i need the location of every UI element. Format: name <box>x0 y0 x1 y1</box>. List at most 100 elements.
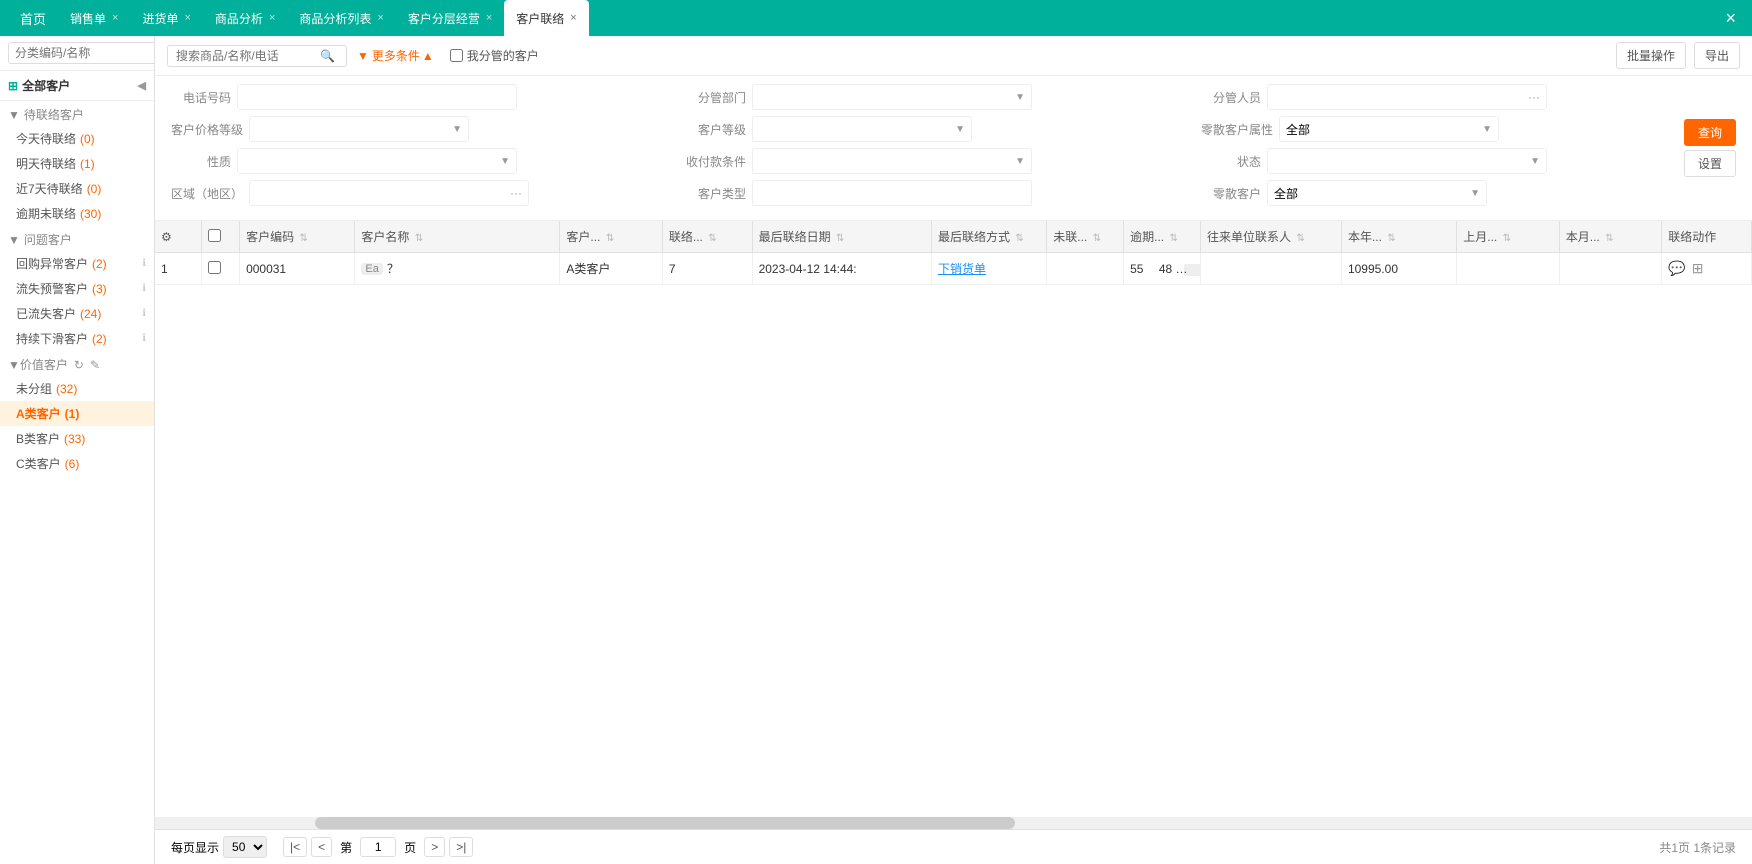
last-page-button[interactable]: >| <box>449 837 473 857</box>
sidebar-item-a-class[interactable]: A类客户 (1) <box>0 401 154 426</box>
name-tag: Ea <box>361 263 382 275</box>
cell-lastway: 下销货单 <box>931 253 1046 285</box>
col-header-thismonth: 本月... ⇅ <box>1559 221 1662 253</box>
row-checkbox[interactable] <box>208 261 221 274</box>
nav-home[interactable]: 首页 <box>8 9 58 28</box>
settings-icon[interactable]: ⚙ <box>161 230 172 244</box>
filter-person-select[interactable]: ··· <box>1267 84 1547 110</box>
filter-status-select[interactable]: ▼ <box>1267 148 1547 174</box>
info-icon3[interactable]: ℹ <box>142 308 146 319</box>
chevron-retail-icon: ▼ <box>1470 188 1480 199</box>
sort-overdue-icon[interactable]: ⇅ <box>1169 233 1177 244</box>
filter-search-input[interactable] <box>176 49 316 63</box>
nav-tab-customer-contact[interactable]: 客户联络 × <box>504 0 588 36</box>
nav-tab-purchase[interactable]: 进货单 × <box>130 0 202 36</box>
setting-button[interactable]: 设置 <box>1684 150 1736 177</box>
sidebar-item-continuous-decline[interactable]: 持续下滑客户 (2) ℹ <box>0 326 154 351</box>
sidebar-item-overdue-contact[interactable]: 逾期未联络 (30) <box>0 201 154 226</box>
nav-tab-analysis-list[interactable]: 商品分析列表 × <box>287 0 395 36</box>
sort-thisyear-icon[interactable]: ⇅ <box>1387 233 1395 244</box>
filter-dept-select[interactable]: ▼ <box>752 84 1032 110</box>
col-header-check[interactable] <box>201 221 239 253</box>
filter-payment-select[interactable]: ▼ <box>752 148 1032 174</box>
close-tab-customer-contact-icon[interactable]: × <box>570 12 576 24</box>
filter-customer-type-select[interactable] <box>752 180 1032 206</box>
sidebar-all-customers[interactable]: ⊞ 全部客户 ◀ <box>0 71 154 101</box>
close-tab-sales-icon[interactable]: × <box>112 12 118 24</box>
close-tab-analysis-list-icon[interactable]: × <box>377 12 383 24</box>
filter-phone-input[interactable] <box>237 84 517 110</box>
filter-retail-select[interactable]: 全部 ▼ <box>1267 180 1487 206</box>
close-tab-analysis-icon[interactable]: × <box>269 12 275 24</box>
cell-check[interactable] <box>201 253 239 285</box>
col-header-settings[interactable]: ⚙ <box>155 221 201 253</box>
sidebar-item-c-class[interactable]: C类客户 (6) <box>0 451 154 476</box>
filter-search-icon[interactable]: 🔍 <box>320 49 335 63</box>
info-icon[interactable]: ℹ <box>142 258 146 269</box>
filter-price-level: 客户价格等级 ▼ <box>171 116 646 142</box>
advanced-filter: 电话号码 分管部门 ▼ <box>155 76 1752 221</box>
sidebar-item-repeat-abnormal[interactable]: 回购异常客户 (2) ℹ <box>0 251 154 276</box>
filter-price-level-select[interactable]: ▼ <box>249 116 469 142</box>
col-header-lastway: 最后联络方式 ⇅ <box>931 221 1046 253</box>
col-header-lastmonth: 上月... ⇅ <box>1457 221 1560 253</box>
triangle-icon: ▼ <box>8 108 20 122</box>
filter-region-select[interactable]: ··· <box>249 180 529 206</box>
sidebar-item-ungrouped[interactable]: 未分组 (32) <box>0 376 154 401</box>
sort-type-icon[interactable]: ⇅ <box>606 233 614 244</box>
my-customers-checkbox[interactable]: 我分管的客户 <box>450 47 539 64</box>
my-customers-check-input[interactable] <box>450 49 463 62</box>
edit-icon[interactable]: ✎ <box>90 358 100 372</box>
query-button[interactable]: 查询 <box>1684 119 1736 146</box>
sort-code-icon[interactable]: ⇅ <box>299 233 307 244</box>
filter-more-btn[interactable]: ▼ 更多条件 ▲ <box>357 47 434 64</box>
sidebar-item-7days-contact[interactable]: 近7天待联络 (0) <box>0 176 154 201</box>
cell-lastmonth <box>1457 253 1560 285</box>
sort-contact-icon[interactable]: ⇅ <box>708 233 716 244</box>
nav-tab-sales[interactable]: 销售单 × <box>58 0 130 36</box>
batch-op-button[interactable]: 批量操作 <box>1616 42 1686 69</box>
sidebar-item-lost[interactable]: 已流失客户 (24) ℹ <box>0 301 154 326</box>
filter-nature-select[interactable]: ▼ <box>237 148 517 174</box>
window-close-button[interactable]: × <box>1717 8 1744 29</box>
collapse-icon[interactable]: ◀ <box>138 79 146 92</box>
sort-lastway-icon[interactable]: ⇅ <box>1015 233 1023 244</box>
sort-lastmonth-icon[interactable]: ⇅ <box>1503 233 1511 244</box>
info-icon2[interactable]: ℹ <box>142 283 146 294</box>
first-page-button[interactable]: |< <box>283 837 307 857</box>
next-page-button[interactable]: > <box>424 837 445 857</box>
select-all-checkbox[interactable] <box>208 229 221 242</box>
message-icon[interactable]: 💬 <box>1668 260 1685 277</box>
info-icon4[interactable]: ℹ <box>142 333 146 344</box>
close-tab-purchase-icon[interactable]: × <box>184 12 190 24</box>
page-number-input[interactable] <box>360 837 396 857</box>
sort-thismonth-icon[interactable]: ⇅ <box>1605 233 1613 244</box>
sidebar-item-tomorrow-contact[interactable]: 明天待联络 (1) <box>0 151 154 176</box>
triangle-icon2: ▼ <box>8 233 20 247</box>
table-row: 1 000031 Ea ？ A类客户 7 20 <box>155 253 1752 285</box>
close-tab-customer-segment-icon[interactable]: × <box>486 12 492 24</box>
export-button[interactable]: 导出 <box>1694 42 1740 69</box>
nav-tab-customer-segment[interactable]: 客户分层经营 × <box>396 0 504 36</box>
sort-company-icon[interactable]: ⇅ <box>1296 233 1304 244</box>
sidebar-item-today-contact[interactable]: 今天待联络 (0) <box>0 126 154 151</box>
sidebar-item-b-class[interactable]: B类客户 (33) <box>0 426 154 451</box>
filter-customer-type: 客户类型 <box>686 180 1161 206</box>
page-size-select[interactable]: 50 <box>223 836 267 858</box>
nav-tab-analysis[interactable]: 商品分析 × <box>203 0 287 36</box>
refresh-icon[interactable]: ↻ <box>74 358 84 372</box>
sidebar-search-input[interactable] <box>8 42 155 64</box>
horizontal-scrollbar[interactable] <box>155 817 1752 829</box>
qr-icon[interactable]: ⊞ <box>1692 260 1704 277</box>
sidebar-item-loss-warning[interactable]: 流失预警客户 (3) ℹ <box>0 276 154 301</box>
lastway-link[interactable]: 下销货单 <box>938 262 986 276</box>
filter-customer-level-select[interactable]: ▼ <box>752 116 972 142</box>
sort-lastdate-icon[interactable]: ⇅ <box>836 233 844 244</box>
scrollbar-thumb[interactable] <box>315 817 1015 829</box>
sort-uncontact-icon[interactable]: ⇅ <box>1093 233 1101 244</box>
filter-retail-attr-select[interactable]: 全部 ▼ <box>1279 116 1499 142</box>
prev-page-button[interactable]: < <box>311 837 332 857</box>
table-area: ⚙ 客户编码 ⇅ 客户名称 ⇅ <box>155 221 1752 817</box>
sort-name-icon[interactable]: ⇅ <box>415 233 423 244</box>
filter-payment: 收付款条件 ▼ <box>686 148 1161 174</box>
